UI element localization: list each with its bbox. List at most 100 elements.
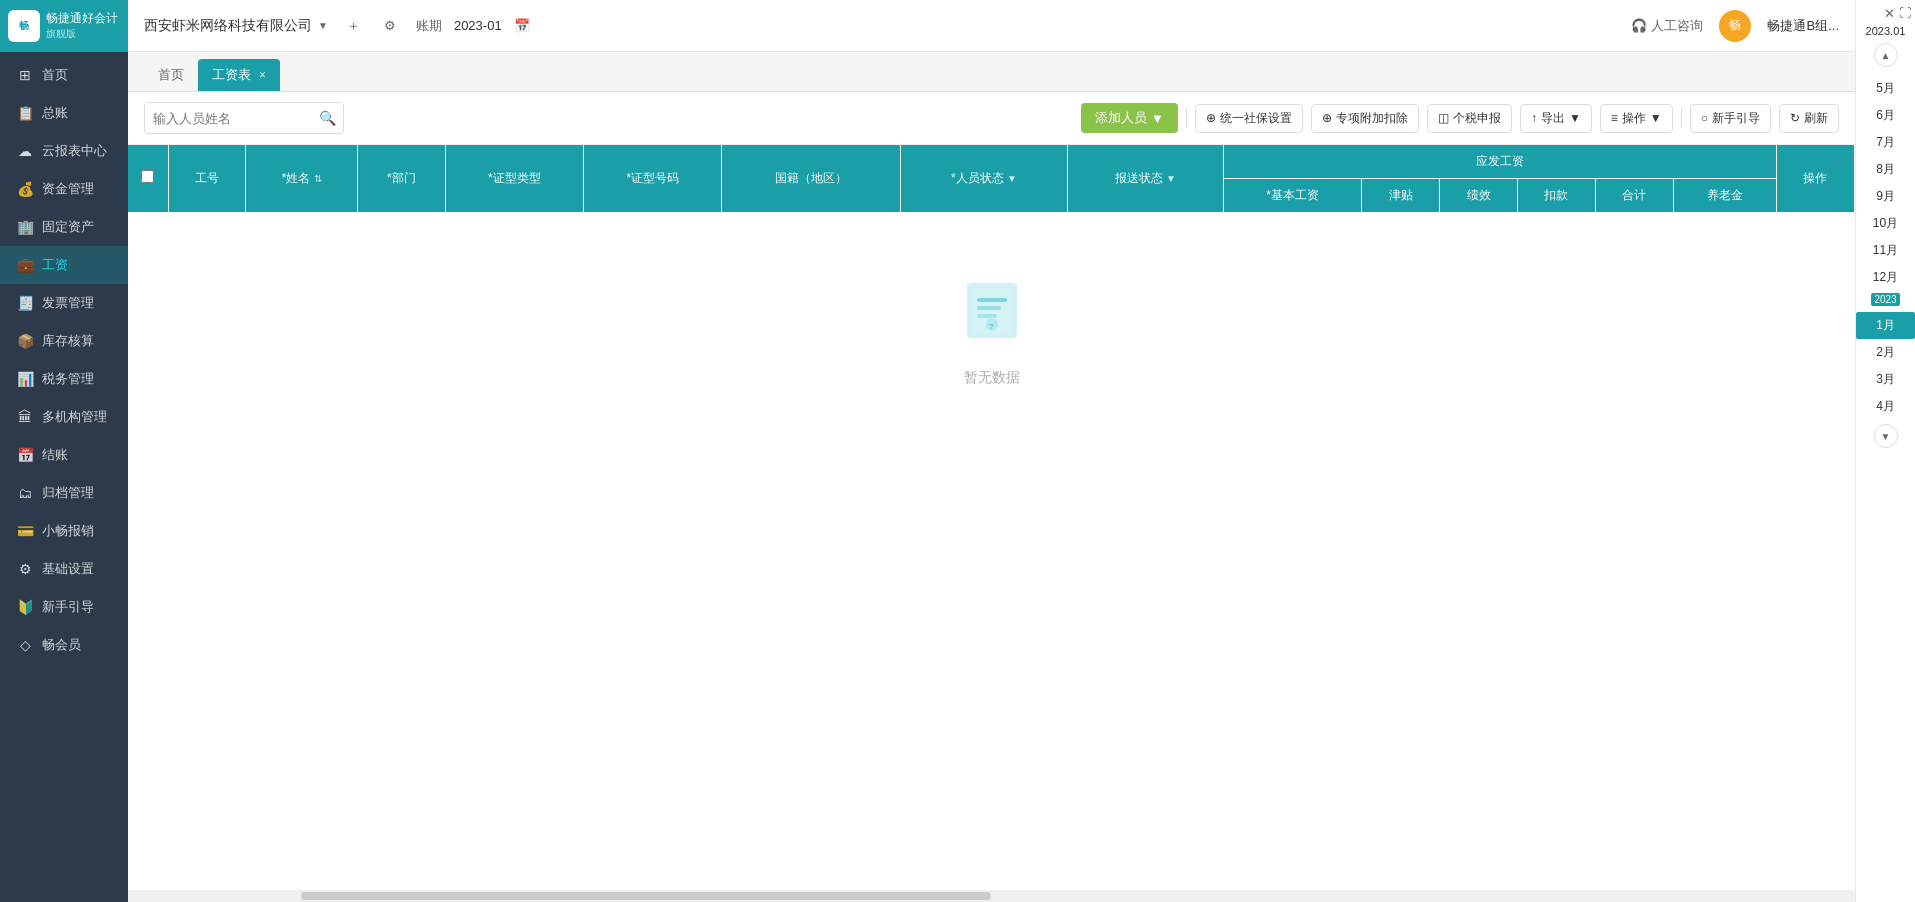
sidebar-item-cloud-report[interactable]: ☁ 云报表中心: [0, 132, 128, 170]
divider-2: [1681, 108, 1682, 128]
th-performance: 绩效: [1440, 179, 1518, 213]
tax-report-button[interactable]: ◫ 个税申报: [1427, 104, 1512, 133]
panel-month-9[interactable]: 9月: [1856, 183, 1915, 210]
sidebar-item-archive[interactable]: 🗂 归档管理: [0, 474, 128, 512]
customer-service-button[interactable]: 🎧 人工咨询: [1631, 17, 1703, 35]
svg-text:?: ?: [989, 322, 994, 331]
period-value: 2023-01: [454, 18, 502, 33]
export-icon: ↑: [1531, 111, 1537, 125]
th-name: *姓名 ⇅: [246, 145, 358, 212]
panel-month-8[interactable]: 8月: [1856, 156, 1915, 183]
tab-salary[interactable]: 工资表 ×: [198, 59, 280, 91]
sidebar-item-inventory[interactable]: 📦 库存核算: [0, 322, 128, 360]
panel-prev-btn[interactable]: ▲: [1874, 43, 1898, 67]
main-content: 西安虾米网络科技有限公司 ▼ ＋ ⚙ 账期 2023-01 📅 🎧 人工咨询 畅…: [128, 0, 1855, 902]
sidebar-item-member[interactable]: ◇ 畅会员: [0, 626, 128, 664]
calendar-icon[interactable]: 📅: [514, 18, 530, 33]
sidebar-item-invoice[interactable]: 🧾 发票管理: [0, 284, 128, 322]
special-deduction-button[interactable]: ⊕ 专项附加扣除: [1311, 104, 1419, 133]
add-person-button[interactable]: 添加人员 ▼: [1081, 103, 1178, 133]
export-button[interactable]: ↑ 导出 ▼: [1520, 104, 1592, 133]
refresh-button[interactable]: ↻ 刷新: [1779, 104, 1839, 133]
th-empno: 工号: [168, 145, 246, 212]
sidebar-item-label-cloud-report: 云报表中心: [42, 142, 107, 160]
sidebar-item-multi-org[interactable]: 🏛 多机构管理: [0, 398, 128, 436]
cloud-report-icon: ☁: [16, 143, 34, 159]
empty-icon: ?: [952, 273, 1032, 353]
panel-month-12[interactable]: 12月: [1856, 264, 1915, 291]
export-label: 导出: [1541, 110, 1565, 127]
close-icon: 📅: [16, 447, 34, 463]
th-pension: 养老金: [1673, 179, 1776, 213]
panel-month-5[interactable]: 5月: [1856, 75, 1915, 102]
settings-icon[interactable]: ⚙: [376, 12, 404, 40]
panel-expand-icon[interactable]: ⛶: [1899, 6, 1911, 21]
home-icon: ⊞: [16, 67, 34, 83]
panel-month-3[interactable]: 3月: [1856, 366, 1915, 393]
tax-report-label: 个税申报: [1453, 110, 1501, 127]
panel-year-badge: 2023: [1871, 293, 1899, 306]
operations-button[interactable]: ≡ 操作 ▼: [1600, 104, 1673, 133]
panel-month-11[interactable]: 11月: [1856, 237, 1915, 264]
sidebar-item-fund[interactable]: 💰 资金管理: [0, 170, 128, 208]
social-security-label: 统一社保设置: [1220, 110, 1292, 127]
operations-dropdown-icon: ▼: [1650, 111, 1662, 125]
sidebar-item-label-multi-org: 多机构管理: [42, 408, 107, 426]
status-filter-icon[interactable]: ▼: [1007, 173, 1017, 184]
social-security-button[interactable]: ⊕ 统一社保设置: [1195, 104, 1303, 133]
panel-next-btn[interactable]: ▼: [1874, 424, 1898, 448]
add-company-button[interactable]: ＋: [340, 12, 368, 40]
panel-month-2[interactable]: 2月: [1856, 339, 1915, 366]
sidebar-item-settings[interactable]: ⚙ 基础设置: [0, 550, 128, 588]
scrollbar-thumb[interactable]: [301, 892, 992, 900]
tabbar: 首页 工资表 ×: [128, 52, 1855, 92]
ledger-icon: 📋: [16, 105, 34, 121]
sidebar-item-home[interactable]: ⊞ 首页: [0, 56, 128, 94]
sidebar-item-ledger[interactable]: 📋 总账: [0, 94, 128, 132]
sidebar-item-label-tax: 税务管理: [42, 370, 94, 388]
sidebar-item-guide[interactable]: 🔰 新手引导: [0, 588, 128, 626]
divider-1: [1186, 108, 1187, 128]
empty-state: ? 暂无数据: [128, 213, 1855, 447]
th-deduction: 扣款: [1517, 179, 1595, 213]
logo-icon: 畅: [8, 10, 40, 42]
sidebar-item-label-fund: 资金管理: [42, 180, 94, 198]
panel-month-10[interactable]: 10月: [1856, 210, 1915, 237]
th-status: *人员状态 ▼: [901, 145, 1067, 212]
sidebar-item-fixed-asset[interactable]: 🏢 固定资产: [0, 208, 128, 246]
th-salary-group: 应发工资: [1223, 145, 1776, 179]
sidebar-item-label-guide: 新手引导: [42, 598, 94, 616]
select-all-checkbox[interactable]: [141, 170, 154, 183]
sidebar-item-expense[interactable]: 💳 小畅报销: [0, 512, 128, 550]
customer-service-label: 人工咨询: [1651, 17, 1703, 35]
tab-home[interactable]: 首页: [144, 59, 198, 91]
new-guide-button[interactable]: ○ 新手引导: [1690, 104, 1771, 133]
sidebar-item-tax[interactable]: 📊 税务管理: [0, 360, 128, 398]
salary-icon: 💼: [16, 257, 34, 273]
fixed-asset-icon: 🏢: [16, 219, 34, 235]
user-avatar[interactable]: 畅: [1719, 10, 1751, 42]
topbar: 西安虾米网络科技有限公司 ▼ ＋ ⚙ 账期 2023-01 📅 🎧 人工咨询 畅…: [128, 0, 1855, 52]
tab-salary-close[interactable]: ×: [259, 68, 266, 82]
panel-month-7[interactable]: 7月: [1856, 129, 1915, 156]
headphone-icon: 🎧: [1631, 18, 1647, 33]
toolbar: 🔍 添加人员 ▼ ⊕ 统一社保设置 ⊕ 专项附加扣除 ◫ 个税申报: [128, 92, 1855, 145]
panel-month-6[interactable]: 6月: [1856, 102, 1915, 129]
sidebar-item-close[interactable]: 📅 结账: [0, 436, 128, 474]
refresh-icon: ↻: [1790, 111, 1800, 125]
panel-close-icon[interactable]: ✕: [1884, 6, 1895, 21]
report-status-filter-icon[interactable]: ▼: [1166, 173, 1176, 184]
th-actions: 操作: [1776, 145, 1854, 212]
sidebar-item-salary[interactable]: 💼 工资: [0, 246, 128, 284]
search-icon[interactable]: 🔍: [319, 110, 336, 126]
inventory-icon: 📦: [16, 333, 34, 349]
name-sort-icon[interactable]: ⇅: [314, 173, 322, 184]
company-selector[interactable]: 西安虾米网络科技有限公司 ▼: [144, 17, 328, 35]
user-name[interactable]: 畅捷通B组...: [1767, 17, 1839, 35]
panel-month-4[interactable]: 4月: [1856, 393, 1915, 420]
horizontal-scrollbar[interactable]: [128, 890, 1855, 902]
panel-month-1[interactable]: 1月: [1856, 312, 1915, 339]
search-input[interactable]: [144, 102, 344, 134]
toolbar-right: 添加人员 ▼ ⊕ 统一社保设置 ⊕ 专项附加扣除 ◫ 个税申报 ↑: [1081, 103, 1839, 133]
panel-controls: ✕ ⛶: [1856, 4, 1915, 23]
